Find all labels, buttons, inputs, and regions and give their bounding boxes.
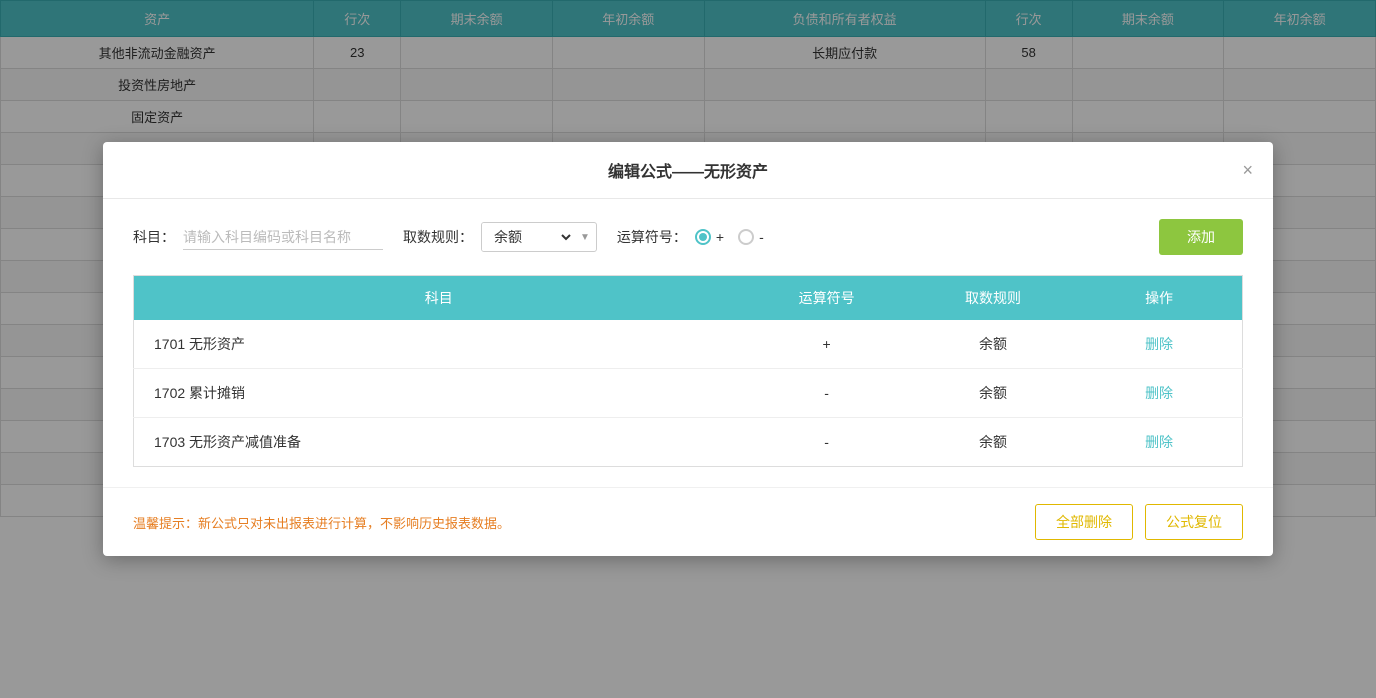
select-arrow-icon: ▼ <box>574 227 596 248</box>
subject-group: 科目： <box>133 225 383 250</box>
operator-plus-item[interactable]: + <box>695 229 724 245</box>
operator-plus-label: + <box>716 229 724 245</box>
operator-radio-group: + - <box>695 229 764 245</box>
modal-overlay: 编辑公式——无形资产 × 科目： 取数规则： 余额 借方 <box>0 0 1376 698</box>
formula-operator: + <box>743 320 909 369</box>
rule-label: 取数规则： <box>403 227 473 247</box>
add-button[interactable]: 添加 <box>1159 219 1243 255</box>
table-header-action: 操作 <box>1076 276 1242 321</box>
form-row: 科目： 取数规则： 余额 借方 贷方 借方累计 贷方累计 ▼ <box>133 219 1243 255</box>
footer-tip: 温馨提示：新公式只对未出报表进行计算，不影响历史报表数据。 <box>133 513 510 532</box>
formula-subject: 1701 无形资产 <box>134 320 744 369</box>
operator-minus-radio[interactable] <box>738 229 754 245</box>
formula-action: 删除 <box>1076 369 1242 418</box>
formula-action: 删除 <box>1076 320 1242 369</box>
modal-footer: 温馨提示：新公式只对未出报表进行计算，不影响历史报表数据。 全部删除 公式复位 <box>103 487 1273 556</box>
table-header-subject: 科目 <box>134 276 744 321</box>
delete-row-button[interactable]: 删除 <box>1145 334 1173 354</box>
formula-rule: 余额 <box>910 418 1076 467</box>
operator-plus-radio[interactable] <box>695 229 711 245</box>
rule-group: 取数规则： 余额 借方 贷方 借方累计 贷方累计 ▼ <box>403 222 597 252</box>
operator-group: 运算符号： + - <box>617 227 764 247</box>
formula-table-row: 1703 无形资产减值准备-余额 删除 <box>134 418 1243 467</box>
delete-row-button[interactable]: 删除 <box>1145 383 1173 403</box>
operator-minus-item[interactable]: - <box>738 229 764 245</box>
rule-select-wrap: 余额 借方 贷方 借方累计 贷方累计 ▼ <box>481 222 597 252</box>
rule-select[interactable]: 余额 借方 贷方 借方累计 贷方累计 <box>482 223 574 251</box>
footer-buttons: 全部删除 公式复位 <box>1035 504 1243 540</box>
formula-subject: 1703 无形资产减值准备 <box>134 418 744 467</box>
formula-action: 删除 <box>1076 418 1242 467</box>
modal-dialog: 编辑公式——无形资产 × 科目： 取数规则： 余额 借方 <box>103 142 1273 556</box>
table-header-rule: 取数规则 <box>910 276 1076 321</box>
formula-rule: 余额 <box>910 369 1076 418</box>
formula-table-row: 1701 无形资产+余额 删除 <box>134 320 1243 369</box>
formula-rule: 余额 <box>910 320 1076 369</box>
subject-label: 科目： <box>133 227 175 247</box>
formula-operator: - <box>743 418 909 467</box>
delete-all-button[interactable]: 全部删除 <box>1035 504 1133 540</box>
operator-label: 运算符号： <box>617 227 687 247</box>
delete-row-button[interactable]: 删除 <box>1145 432 1173 452</box>
modal-close-button[interactable]: × <box>1242 161 1253 179</box>
operator-minus-label: - <box>759 229 764 245</box>
formula-table: 科目 运算符号 取数规则 操作 1701 无形资产+余额删除1702 累计摊销-… <box>133 275 1243 467</box>
formula-table-row: 1702 累计摊销-余额 删除 <box>134 369 1243 418</box>
modal-body: 科目： 取数规则： 余额 借方 贷方 借方累计 贷方累计 ▼ <box>103 199 1273 487</box>
reset-formula-button[interactable]: 公式复位 <box>1145 504 1243 540</box>
modal-header: 编辑公式——无形资产 × <box>103 142 1273 199</box>
formula-subject: 1702 累计摊销 <box>134 369 744 418</box>
modal-title: 编辑公式——无形资产 <box>608 158 768 182</box>
table-header-operator: 运算符号 <box>743 276 909 321</box>
subject-input[interactable] <box>183 225 383 250</box>
formula-operator: - <box>743 369 909 418</box>
